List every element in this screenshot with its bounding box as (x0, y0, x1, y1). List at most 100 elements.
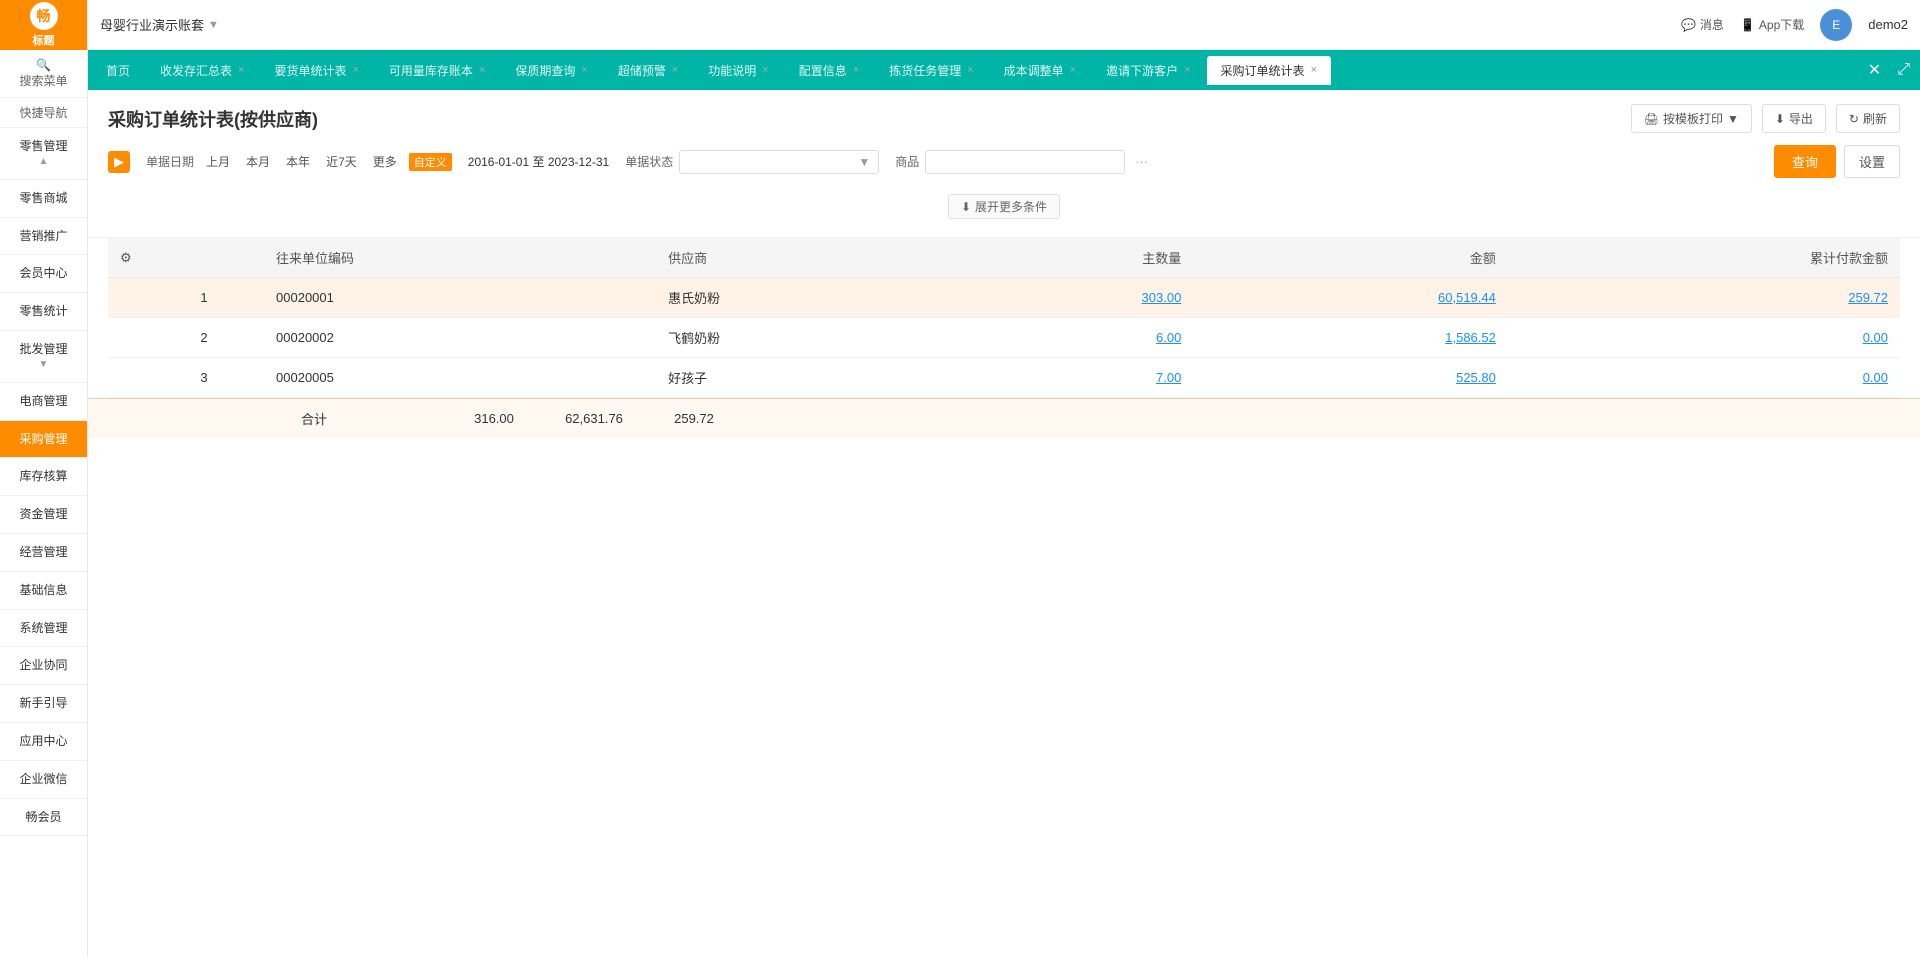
tab-config-info[interactable]: 配置信息 × (785, 56, 873, 85)
data-table: ⚙ 往来单位编码 供应商 主数量 金额 累计付款金额 1 000200 (108, 238, 1900, 398)
tab-purchase-order-stats[interactable]: 采购订单统计表 × (1207, 56, 1331, 85)
sidebar-item-finance[interactable]: 资金管理 (0, 496, 87, 534)
user-name[interactable]: demo2 (1868, 17, 1908, 32)
column-settings-icon[interactable]: ⚙ (120, 250, 132, 265)
warehouse-selector[interactable]: 母婴行业演示账套 ▼ (100, 15, 219, 34)
expand-conditions-button[interactable]: ⬇ 展开更多条件 (948, 194, 1060, 219)
sidebar-item-new-guide[interactable]: 新手引导 (0, 685, 87, 723)
close-icon-4[interactable]: × (581, 64, 587, 76)
warehouse-chevron-icon: ▼ (208, 19, 219, 31)
app-logo[interactable]: 畅 标题 (0, 0, 87, 50)
sidebar-item-enterprise-wechat[interactable]: 企业微信 (0, 761, 87, 799)
row-unit-code: 00020005 (264, 358, 656, 398)
inventory-label: 库存核算 (4, 468, 83, 485)
basic-info-label: 基础信息 (4, 582, 83, 599)
close-icon-9[interactable]: × (1070, 64, 1076, 76)
marketing-label: 营销推广 (4, 228, 83, 245)
print-button[interactable]: 🖨 按模板打印 ▼ (1631, 104, 1752, 133)
shortcut-this-year[interactable]: 本年 (280, 151, 316, 172)
filter-toggle-button[interactable]: ▶ (108, 151, 130, 173)
maximize-icon[interactable]: ⤢ (1891, 59, 1916, 81)
sidebar-item-inventory[interactable]: 库存核算 (0, 458, 87, 496)
close-icon-2[interactable]: × (352, 64, 358, 76)
row-checkbox[interactable] (108, 278, 144, 318)
sidebar-item-retail-shop[interactable]: 零售商城 (0, 180, 87, 218)
close-icon[interactable]: × (238, 64, 244, 76)
chevron-down-icon-2: ▼ (4, 358, 83, 372)
retail-mgmt-label: 零售管理 (4, 138, 83, 155)
tab-available-inventory[interactable]: 可用量库存账本 × (375, 56, 499, 85)
date-range-display[interactable]: 2016-01-01 至 2023-12-31 (468, 153, 609, 170)
tab-receive-summary[interactable]: 收发存汇总表 × (146, 56, 258, 85)
sidebar-item-search[interactable]: 🔍 搜索菜单 (0, 50, 87, 98)
close-icon-7[interactable]: × (853, 64, 859, 76)
close-icon-5[interactable]: × (672, 64, 678, 76)
sidebar-item-app-center[interactable]: 应用中心 (0, 723, 87, 761)
table-row[interactable]: 3 00020005 好孩子 7.00 525.80 0.00 (108, 358, 1900, 398)
sidebar-item-ecommerce[interactable]: 电商管理 (0, 383, 87, 421)
settings-button[interactable]: 设置 (1844, 145, 1900, 178)
sidebar-item-batch-mgmt[interactable]: 批发管理 ▼ (0, 331, 87, 383)
close-icon-6[interactable]: × (762, 64, 768, 76)
footer-amount: 62,631.76 (544, 411, 644, 426)
close-icon-3[interactable]: × (479, 64, 485, 76)
row-unit-code: 00020002 (264, 318, 656, 358)
tab-available-inventory-label: 可用量库存账本 (389, 62, 473, 79)
refresh-button[interactable]: ↻ 刷新 (1836, 104, 1900, 133)
close-all-icon[interactable]: ✕ (1862, 58, 1887, 82)
sidebar-item-marketing[interactable]: 营销推广 (0, 218, 87, 256)
sidebar-item-retail-stats[interactable]: 零售统计 (0, 293, 87, 331)
row-checkbox[interactable] (108, 358, 144, 398)
user-avatar[interactable]: E (1820, 9, 1852, 41)
custom-date-badge[interactable]: 自定义 (409, 153, 452, 171)
sidebar-item-enterprise-collab[interactable]: 企业协同 (0, 647, 87, 685)
tab-purchase-stats-label: 要货单统计表 (274, 62, 346, 79)
tab-purchase-stats[interactable]: 要货单统计表 × (260, 56, 372, 85)
status-select[interactable]: ▼ (679, 150, 879, 174)
message-label: 消息 (1700, 16, 1724, 33)
sidebar-item-purchase-mgmt[interactable]: 采购管理 (0, 421, 87, 459)
date-shortcuts: 上月 本月 本年 近7天 更多 (200, 151, 403, 172)
sidebar-item-retail-mgmt[interactable]: 零售管理 ▲ (0, 128, 87, 180)
table-row[interactable]: 1 00020001 惠氏奶粉 303.00 60,519.44 259.72 (108, 278, 1900, 318)
query-button[interactable]: 查询 (1774, 145, 1836, 178)
sidebar-item-system-mgmt[interactable]: 系统管理 (0, 610, 87, 648)
row-checkbox[interactable] (108, 318, 144, 358)
tab-picking-task[interactable]: 拣货任务管理 × (875, 56, 987, 85)
close-icon-8[interactable]: × (967, 64, 973, 76)
shortcut-more[interactable]: 更多 (367, 151, 403, 172)
goods-more-icon[interactable]: ··· (1131, 154, 1152, 169)
sidebar-item-basic-info[interactable]: 基础信息 (0, 572, 87, 610)
close-icon-11[interactable]: × (1311, 64, 1317, 76)
shortcut-7days[interactable]: 近7天 (320, 151, 363, 172)
export-button[interactable]: ⬇ 导出 (1762, 104, 1826, 133)
sidebar-item-quick-nav[interactable]: 快捷导航 (0, 98, 87, 128)
page-header: 采购订单统计表(按供应商) 🖨 按模板打印 ▼ ⬇ 导出 ↻ 刷新 (88, 90, 1920, 133)
header-left: 母婴行业演示账套 ▼ (100, 15, 219, 34)
shortcut-last-month[interactable]: 上月 (200, 151, 236, 172)
tab-expiry-query-label: 保质期查询 (515, 62, 575, 79)
th-settings: ⚙ (108, 238, 144, 278)
tab-function-desc[interactable]: 功能说明 × (694, 56, 782, 85)
sidebar-item-member[interactable]: 畅会员 (0, 799, 87, 837)
tab-overstock-warning[interactable]: 超储预警 × (604, 56, 692, 85)
printer-icon: 🖨 (1644, 112, 1659, 126)
tab-expiry-query[interactable]: 保质期查询 × (501, 56, 601, 85)
tab-home[interactable]: 首页 (92, 56, 144, 85)
status-filter-item: 单据状态 ▼ (625, 150, 879, 174)
shortcut-this-month[interactable]: 本月 (240, 151, 276, 172)
sidebar-item-member-center[interactable]: 会员中心 (0, 255, 87, 293)
tab-cost-adjust[interactable]: 成本调整单 × (990, 56, 1090, 85)
app-download-button[interactable]: 📱 App下载 (1740, 16, 1804, 33)
tab-invite-downstream[interactable]: 邀请下游客户 × (1092, 56, 1204, 85)
table-row[interactable]: 2 00020002 飞鹤奶粉 6.00 1,586.52 0.00 (108, 318, 1900, 358)
th-amount: 金额 (1193, 238, 1508, 278)
goods-input[interactable] (925, 150, 1125, 174)
row-main-qty: 6.00 (948, 318, 1193, 358)
top-header: 母婴行业演示账套 ▼ 💬 消息 📱 App下载 E demo2 (88, 0, 1920, 50)
sidebar-item-operations[interactable]: 经营管理 (0, 534, 87, 572)
purchase-mgmt-label: 采购管理 (4, 431, 83, 448)
close-icon-10[interactable]: × (1184, 64, 1190, 76)
expand-bar: ⬇ 展开更多条件 (108, 188, 1900, 225)
message-button[interactable]: 💬 消息 (1681, 16, 1724, 33)
